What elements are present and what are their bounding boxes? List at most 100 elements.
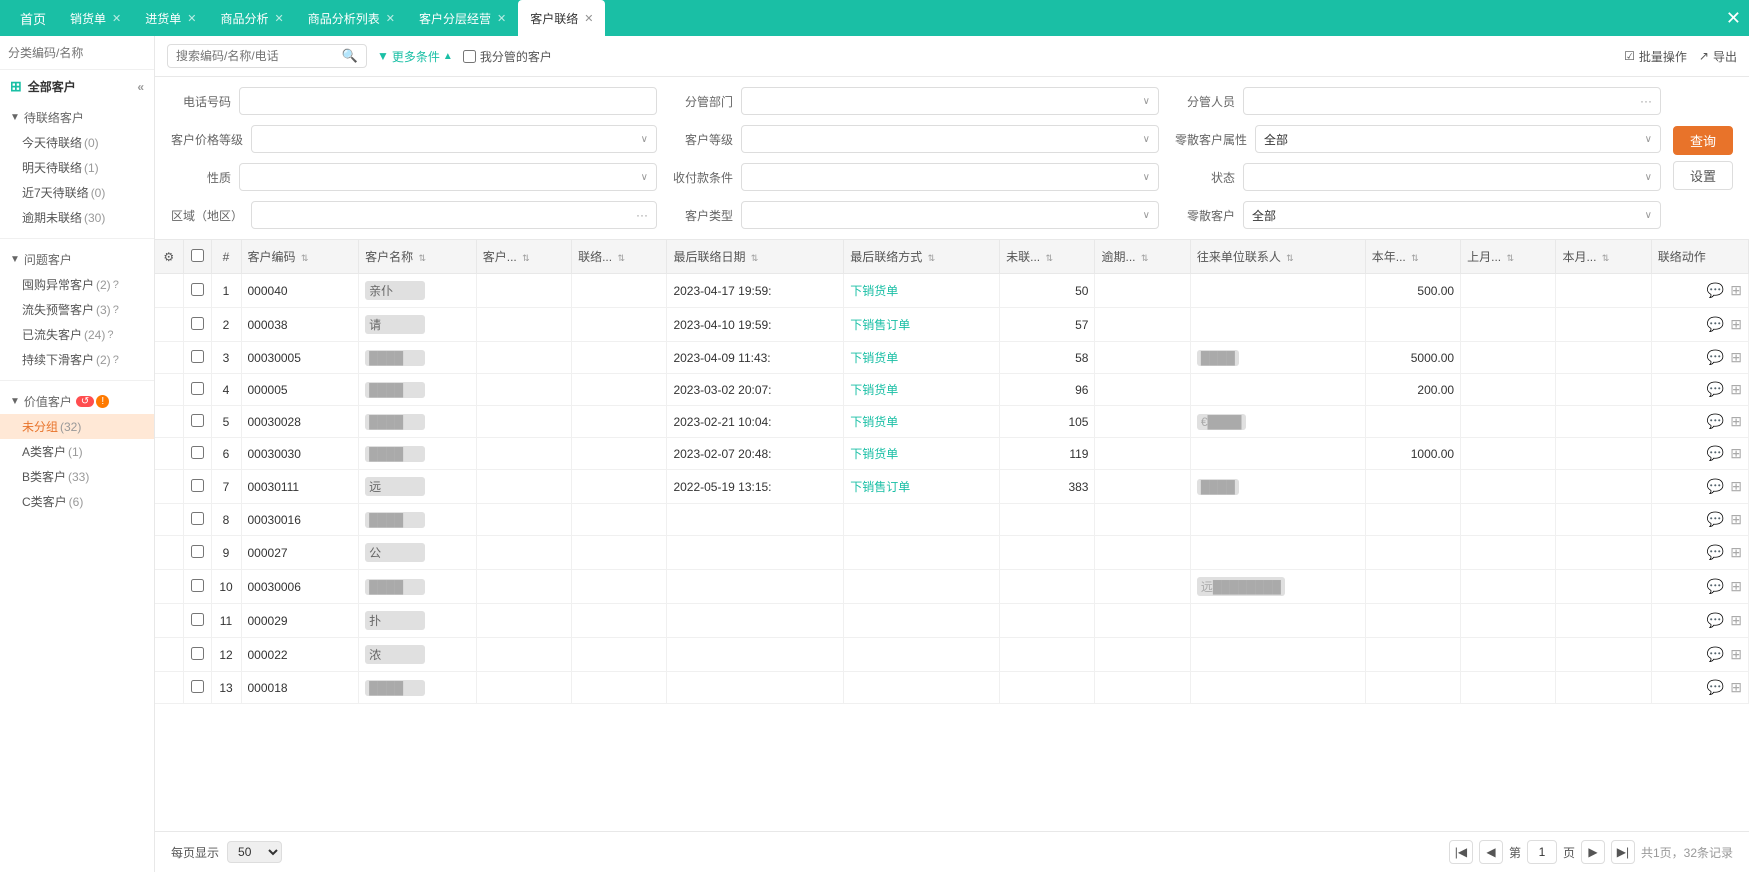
sidebar-search-box[interactable]: 🔍 — [0, 36, 154, 70]
row-checkbox[interactable] — [191, 647, 204, 660]
filter-status-select[interactable]: ∨ — [1243, 163, 1661, 191]
row-checkbox[interactable] — [191, 545, 204, 558]
message-icon[interactable]: 💬 — [1707, 413, 1724, 430]
tab-purchase[interactable]: 进货单 ✕ — [133, 0, 208, 36]
tab-customer-contact[interactable]: 客户联络 ✕ — [518, 0, 605, 36]
close-product-analysis-tab[interactable]: ✕ — [275, 12, 284, 25]
row-checkbox[interactable] — [191, 446, 204, 459]
row-last-contact-method[interactable]: 下销货单 — [844, 374, 1000, 406]
row-last-contact-method[interactable]: 下销货单 — [844, 342, 1000, 374]
row-checkbox[interactable] — [191, 414, 204, 427]
prev-page-button[interactable]: ◀ — [1479, 840, 1503, 864]
sort-method-icon[interactable]: ⇅ — [928, 253, 936, 263]
message-icon[interactable]: 💬 — [1707, 478, 1724, 495]
filter-manager-select[interactable]: ··· — [1243, 87, 1661, 115]
more-conditions-button[interactable]: ▼ 更多条件 ▲ — [377, 48, 453, 65]
row-last-contact-method[interactable]: 下销货单 — [844, 438, 1000, 470]
filter-region-dots[interactable]: ··· — [251, 201, 657, 229]
value-group-title[interactable]: ▼ 价值客户 ↺ ! — [0, 389, 154, 414]
sidebar-item-overdue-pending[interactable]: 逾期未联络 (30) — [0, 205, 154, 230]
close-customer-segment-tab[interactable]: ✕ — [497, 12, 506, 25]
filter-nature-select[interactable]: ∨ — [239, 163, 657, 191]
pending-group-title[interactable]: ▼ 待联络客户 — [0, 105, 154, 130]
sidebar-item-churn-warning[interactable]: 流失预警客户 (3) ? — [0, 297, 154, 322]
grid-action-icon[interactable]: ⊞ — [1730, 381, 1742, 398]
contact-method-link[interactable]: 下销货单 — [850, 383, 898, 397]
message-icon[interactable]: 💬 — [1707, 646, 1724, 663]
row-last-contact-method[interactable]: 下销货单 — [844, 274, 1000, 308]
message-icon[interactable]: 💬 — [1707, 316, 1724, 333]
first-page-button[interactable]: |◀ — [1449, 840, 1473, 864]
sort-uncontacted-icon[interactable]: ⇅ — [1045, 253, 1053, 263]
reset-button[interactable]: 设置 — [1673, 161, 1733, 190]
filter-customer-level-select[interactable]: ∨ — [741, 125, 1159, 153]
main-search-icon[interactable]: 🔍 — [342, 48, 358, 64]
sidebar-item-tomorrow-pending[interactable]: 明天待联络 (1) — [0, 155, 154, 180]
tab-product-analysis[interactable]: 商品分析 ✕ — [208, 0, 295, 36]
close-product-analysis-list-tab[interactable]: ✕ — [386, 12, 395, 25]
grid-action-icon[interactable]: ⊞ — [1730, 413, 1742, 430]
grid-action-icon[interactable]: ⊞ — [1730, 511, 1742, 528]
close-customer-contact-tab[interactable]: ✕ — [584, 12, 593, 25]
row-checkbox[interactable] — [191, 512, 204, 525]
sort-this-month-icon[interactable]: ⇅ — [1602, 253, 1610, 263]
row-checkbox[interactable] — [191, 613, 204, 626]
grid-action-icon[interactable]: ⊞ — [1730, 478, 1742, 495]
filter-payment-select[interactable]: ∨ — [741, 163, 1159, 191]
filter-retail-attr-select[interactable]: 全部 ∨ — [1255, 125, 1661, 153]
filter-customer-type-select[interactable]: ∨ — [741, 201, 1159, 229]
tab-sales[interactable]: 销货单 ✕ — [58, 0, 133, 36]
main-search-input[interactable] — [176, 49, 342, 63]
page-number-input[interactable] — [1527, 840, 1557, 864]
message-icon[interactable]: 💬 — [1707, 282, 1724, 299]
contact-method-link[interactable]: 下销售订单 — [850, 318, 910, 332]
contact-method-link[interactable]: 下销货单 — [850, 351, 898, 365]
export-button[interactable]: ↗ 导出 — [1699, 48, 1737, 65]
sidebar-item-class-c[interactable]: C类客户 (6) — [0, 489, 154, 514]
row-last-contact-method[interactable] — [844, 638, 1000, 672]
tab-customer-segment[interactable]: 客户分层经营 ✕ — [407, 0, 518, 36]
grid-action-icon[interactable]: ⊞ — [1730, 445, 1742, 462]
message-icon[interactable]: 💬 — [1707, 578, 1724, 595]
sort-type-icon[interactable]: ⇅ — [522, 253, 530, 263]
grid-action-icon[interactable]: ⊞ — [1730, 612, 1742, 629]
sort-date-icon[interactable]: ⇅ — [751, 253, 759, 263]
row-last-contact-method[interactable]: 下销售订单 — [844, 470, 1000, 504]
sidebar-item-abnormal[interactable]: 囤购异常客户 (2) ? — [0, 272, 154, 297]
sort-last-month-icon[interactable]: ⇅ — [1506, 253, 1514, 263]
last-page-button[interactable]: ▶| — [1611, 840, 1635, 864]
sort-code-icon[interactable]: ⇅ — [301, 253, 309, 263]
row-last-contact-method[interactable] — [844, 536, 1000, 570]
grid-action-icon[interactable]: ⊞ — [1730, 282, 1742, 299]
sort-this-year-icon[interactable]: ⇅ — [1411, 253, 1419, 263]
close-all-button[interactable]: ✕ — [1726, 8, 1741, 29]
sort-unit-icon[interactable]: ⇅ — [1286, 253, 1294, 263]
filter-dept-select[interactable]: ∨ — [741, 87, 1159, 115]
filter-phone-input[interactable] — [239, 87, 657, 115]
sidebar-item-unclassified[interactable]: 未分组 (32) — [0, 414, 154, 439]
message-icon[interactable]: 💬 — [1707, 445, 1724, 462]
row-checkbox[interactable] — [191, 317, 204, 330]
message-icon[interactable]: 💬 — [1707, 612, 1724, 629]
all-customers-header[interactable]: ⊞ 全部客户 « — [0, 70, 154, 101]
grid-action-icon[interactable]: ⊞ — [1730, 316, 1742, 333]
tab-product-analysis-list[interactable]: 商品分析列表 ✕ — [296, 0, 407, 36]
row-last-contact-method[interactable]: 下销售订单 — [844, 308, 1000, 342]
row-checkbox[interactable] — [191, 479, 204, 492]
sidebar-item-declining[interactable]: 持续下滑客户 (2) ? — [0, 347, 154, 372]
row-checkbox[interactable] — [191, 283, 204, 296]
next-page-button[interactable]: ▶ — [1581, 840, 1605, 864]
row-checkbox[interactable] — [191, 579, 204, 592]
sidebar-item-class-a[interactable]: A类客户 (1) — [0, 439, 154, 464]
message-icon[interactable]: 💬 — [1707, 544, 1724, 561]
message-icon[interactable]: 💬 — [1707, 679, 1724, 696]
close-purchase-tab[interactable]: ✕ — [187, 12, 196, 25]
contact-method-link[interactable]: 下销售订单 — [850, 480, 910, 494]
sidebar-item-7day-pending[interactable]: 近7天待联络 (0) — [0, 180, 154, 205]
message-icon[interactable]: 💬 — [1707, 511, 1724, 528]
grid-action-icon[interactable]: ⊞ — [1730, 578, 1742, 595]
row-last-contact-method[interactable]: 下销货单 — [844, 406, 1000, 438]
sort-contact-icon[interactable]: ⇅ — [617, 253, 625, 263]
message-icon[interactable]: 💬 — [1707, 349, 1724, 366]
message-icon[interactable]: 💬 — [1707, 381, 1724, 398]
